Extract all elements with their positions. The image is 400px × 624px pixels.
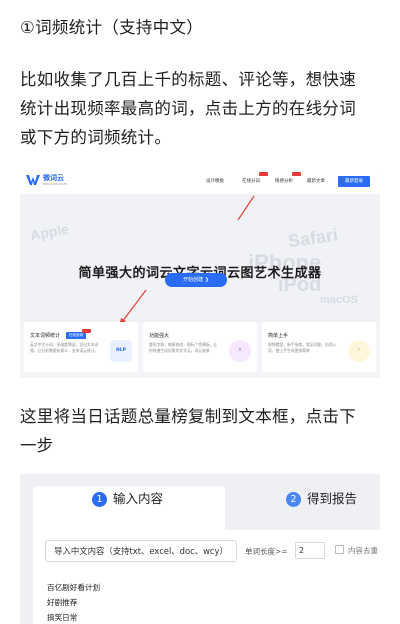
menu-item-templates[interactable]: 设计模板 (206, 178, 224, 184)
online-badge[interactable]: 在线使用 (66, 332, 86, 339)
step-line: 一步 (20, 436, 54, 455)
site-screenshot: 微词云 weiciyun.com 设计模板 在线分词 情感分析 最新文章 最新登… (20, 168, 380, 378)
tab-label: 输入内容 (113, 491, 164, 506)
start-create-button[interactable]: 开始创建 ❯ (165, 273, 227, 287)
hot-badge (292, 172, 301, 176)
card-title: 功能强大 (149, 333, 170, 339)
step-number-icon: 2 (286, 492, 301, 507)
card-title: 文本词频统计 (30, 333, 61, 339)
feature-card-powerful[interactable]: 功能强大 整形字体，随意修改，图标个性模板，让你快速生成好看的文字云，词云效果 … (143, 322, 257, 372)
step-line: 这里将当日话题总量榜复制到文本框，点击下 (20, 407, 356, 426)
import-content-button[interactable]: 导入中文内容（支持txt、excel、doc、wcy） (45, 540, 237, 562)
hot-badge (259, 172, 268, 176)
dedupe-checkbox[interactable] (335, 545, 344, 554)
feature-card-word-frequency[interactable]: 文本词频统计 在线使用 英文中文分词，多维度筛选，导出文本词频，让分析数据有意义… (24, 322, 138, 372)
content-line: 好剧推荐 (47, 598, 78, 607)
menu-item-articles[interactable]: 最新文章 (307, 178, 325, 184)
site-brand-sub: weiciyun.com (43, 182, 67, 186)
intro-line: 或下方的词频统计。 (20, 128, 172, 147)
bg-word: macOS (320, 294, 358, 306)
bg-word: Safari (286, 224, 340, 252)
lightning-icon: ⚡ (348, 340, 370, 362)
intro-paragraph: 比如收集了几百上千的标题、评论等，想快速 统计出现频率最高的词，点击上方的在线分… (20, 65, 382, 152)
tab-get-report[interactable]: 2 得到报告 (286, 488, 357, 507)
min-length-label: 单词长度>= (245, 547, 288, 556)
intro-line: 统计出现频率最高的词，点击上方的在线分词 (20, 99, 356, 118)
hot-badge (82, 329, 91, 333)
intro-line: 比如收集了几百上千的标题、评论等，想快速 (20, 70, 356, 89)
arrow-annotation (237, 195, 255, 221)
login-button[interactable]: 最新登录 (338, 176, 370, 187)
card-desc: 视频教程，新手指南，常见问题，由浅入深，使上手生成更加简单 (268, 342, 337, 353)
nlp-icon: NLP (110, 340, 132, 362)
section-heading: ①词频统计（支持中文） (20, 18, 204, 37)
content-line: 搞笑日常 (47, 613, 78, 622)
input-panel: 导入中文内容（支持txt、excel、doc、wcy） 单词长度>= 2 内容去… (33, 530, 380, 624)
card-desc: 英文中文分词，多维度筛选，导出文本词频，让分析数据有意义，支持词云统计。 (30, 342, 99, 353)
step-paragraph: 这里将当日话题总量榜复制到文本框，点击下 一步 (20, 402, 382, 460)
card-desc: 整形字体，随意修改，图标个性模板，让你快速生成好看的文字云，词云效果 (149, 342, 218, 353)
site-navbar: 微词云 weiciyun.com 设计模板 在线分词 情感分析 最新文章 最新登… (20, 168, 380, 194)
dedupe-label: 内容去重 (348, 546, 378, 555)
tab-input-label[interactable]: 1 输入内容 (92, 488, 163, 507)
step-number-icon: 1 (92, 492, 107, 507)
tool-screenshot: 1 输入内容 2 得到报告 导入中文内容（支持txt、excel、doc、wcy） … (20, 474, 380, 624)
tools-icon: ✕ (229, 340, 251, 362)
bg-word: Apple (28, 220, 70, 244)
content-line: 百亿剧好看计划 (47, 583, 101, 592)
card-title: 简单上手 (268, 333, 289, 339)
hero-banner: Safari iPhone iPod macOS Apple (20, 194, 380, 322)
logo-icon (26, 175, 40, 185)
min-length-input[interactable]: 2 (295, 542, 325, 559)
menu-item-sentiment[interactable]: 情感分析 (275, 178, 293, 184)
menu-item-segmentation[interactable]: 在线分词 (242, 178, 260, 184)
feature-card-easy[interactable]: 简单上手 视频教程，新手指南，常见问题，由浅入深，使上手生成更加简单 ⚡ (262, 322, 376, 372)
tab-label: 得到报告 (307, 491, 358, 506)
